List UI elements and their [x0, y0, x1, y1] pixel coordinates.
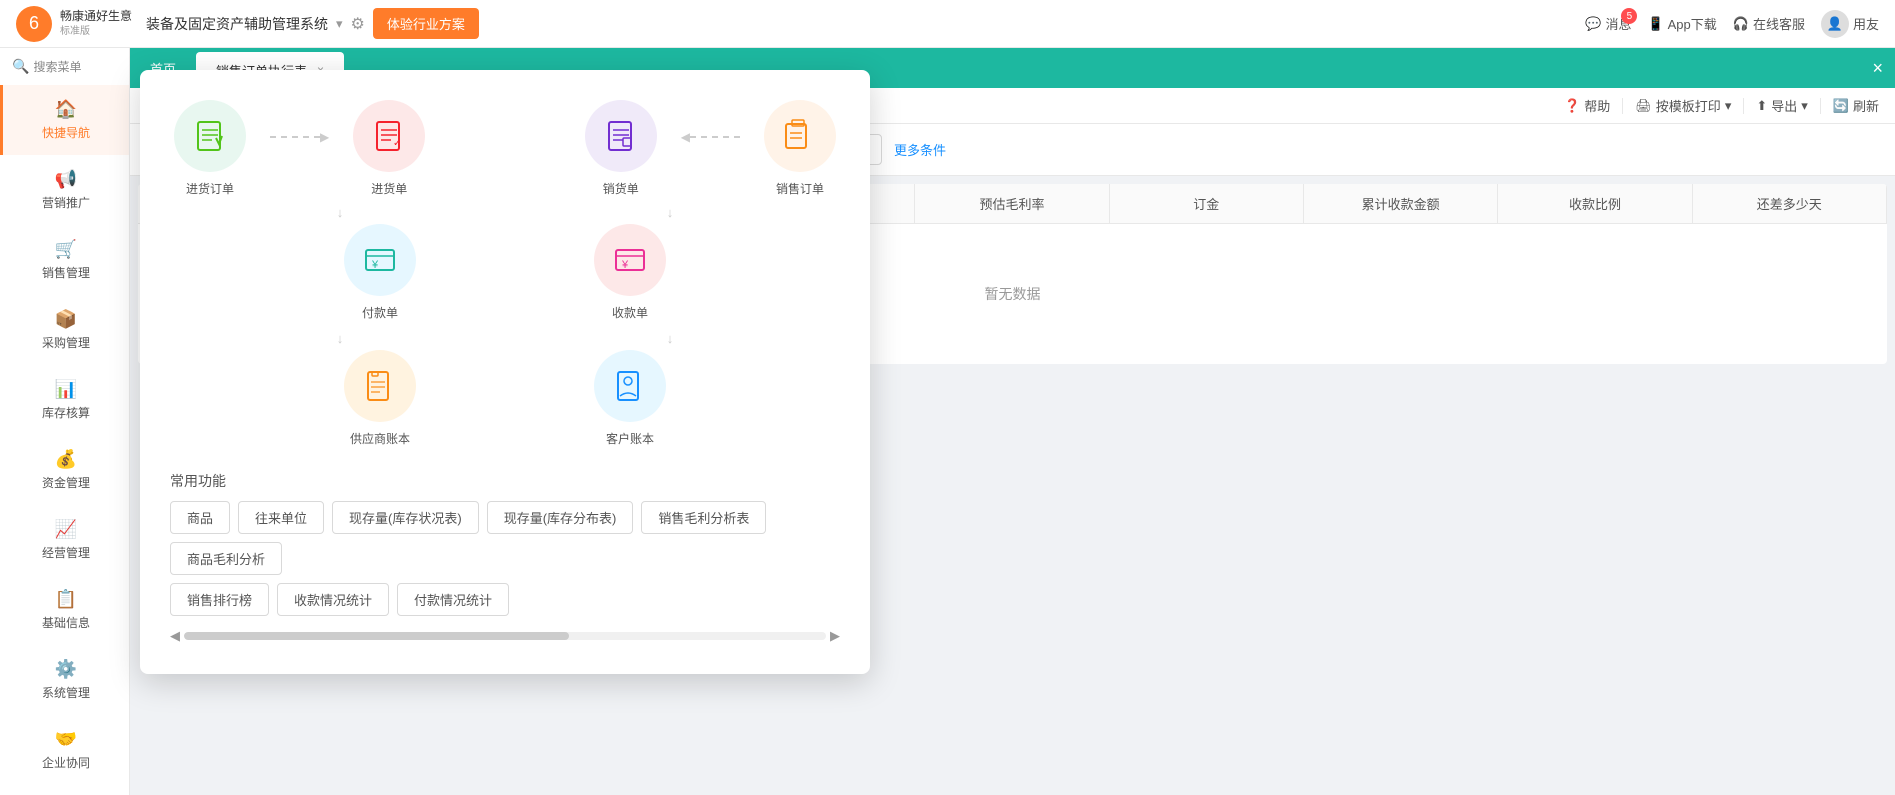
receipt-label: 收款单	[612, 304, 648, 321]
receipt-circle: ¥	[594, 224, 666, 296]
arrow-purchase-to-doc: ▶	[270, 130, 329, 144]
flow-node-payment: ¥ 付款单	[340, 224, 420, 321]
flow-node-customer-ledger: 客户账本	[590, 350, 670, 447]
sale-doc-label: 销货单	[603, 180, 639, 197]
supplier-ledger-label: 供应商账本	[350, 430, 410, 447]
customer-ledger-circle	[594, 350, 666, 422]
func-btn-product[interactable]: 商品	[170, 501, 230, 534]
flow-row-2: ¥ 付款单 ¥ 收款单	[170, 224, 840, 321]
arrow-sale-order-to-doc: ◀	[681, 130, 740, 144]
func-btn-product-profit[interactable]: 商品毛利分析	[170, 542, 282, 575]
common-functions: 常用功能 商品 往来单位 现存量(库存状况表) 现存量(库存分布表) 销售毛利分…	[170, 471, 840, 616]
supplier-ledger-circle	[344, 350, 416, 422]
flow-node-purchase-order: 进货订单	[170, 100, 250, 197]
scrollbar-track[interactable]	[184, 632, 826, 640]
scroll-left-btn[interactable]: ◀	[170, 628, 180, 644]
func-btn-counterpart[interactable]: 往来单位	[238, 501, 324, 534]
func-btn-receipt-stats[interactable]: 收款情况统计	[277, 583, 389, 616]
function-buttons-row-1: 商品 往来单位 现存量(库存状况表) 现存量(库存分布表) 销售毛利分析表 商品…	[170, 501, 840, 575]
flow-node-sale-order: 销售订单	[760, 100, 840, 197]
payment-label: 付款单	[362, 304, 398, 321]
flow-node-sale-doc: 销货单	[581, 100, 661, 197]
sale-order-circle	[764, 100, 836, 172]
customer-ledger-label: 客户账本	[606, 430, 654, 447]
sale-order-label: 销售订单	[776, 180, 824, 197]
flow-down-arrows-row1: ↓ ↓	[170, 205, 840, 220]
modal-overlay: 进货订单 ▶ ✓	[0, 0, 1895, 795]
function-buttons-row-2: 销售排行榜 收款情况统计 付款情况统计	[170, 583, 840, 616]
bottom-scrollbar: ◀ ▶	[170, 628, 840, 644]
flow-row-1: 进货订单 ▶ ✓	[170, 100, 840, 197]
flow-node-supplier-ledger: 供应商账本	[340, 350, 420, 447]
func-btn-inventory-dist[interactable]: 现存量(库存分布表)	[487, 501, 634, 534]
flow-row-3: 供应商账本 客户账本	[170, 350, 840, 447]
func-btn-sales-profit-analysis[interactable]: 销售毛利分析表	[641, 501, 766, 534]
svg-text:¥: ¥	[371, 259, 379, 271]
flow-diagram: 进货订单 ▶ ✓	[170, 100, 840, 455]
func-btn-inventory-status[interactable]: 现存量(库存状况表)	[332, 501, 479, 534]
svg-text:¥: ¥	[621, 259, 629, 271]
purchase-doc-circle: ✓	[353, 100, 425, 172]
purchase-order-circle	[174, 100, 246, 172]
svg-text:✓: ✓	[393, 138, 401, 149]
func-btn-payment-stats[interactable]: 付款情况统计	[397, 583, 509, 616]
payment-circle: ¥	[344, 224, 416, 296]
flow-node-receipt: ¥ 收款单	[590, 224, 670, 321]
scrollbar-thumb	[184, 632, 569, 640]
flow-modal: 进货订单 ▶ ✓	[140, 70, 870, 674]
common-functions-title: 常用功能	[170, 471, 840, 491]
flow-down-arrows-row2: ↓ ↓	[170, 331, 840, 346]
purchase-doc-label: 进货单	[371, 180, 407, 197]
func-btn-sales-ranking[interactable]: 销售排行榜	[170, 583, 269, 616]
purchase-order-label: 进货订单	[186, 180, 234, 197]
flow-node-purchase-doc: ✓ 进货单	[349, 100, 429, 197]
scroll-right-btn[interactable]: ▶	[830, 628, 840, 644]
sale-doc-circle	[585, 100, 657, 172]
